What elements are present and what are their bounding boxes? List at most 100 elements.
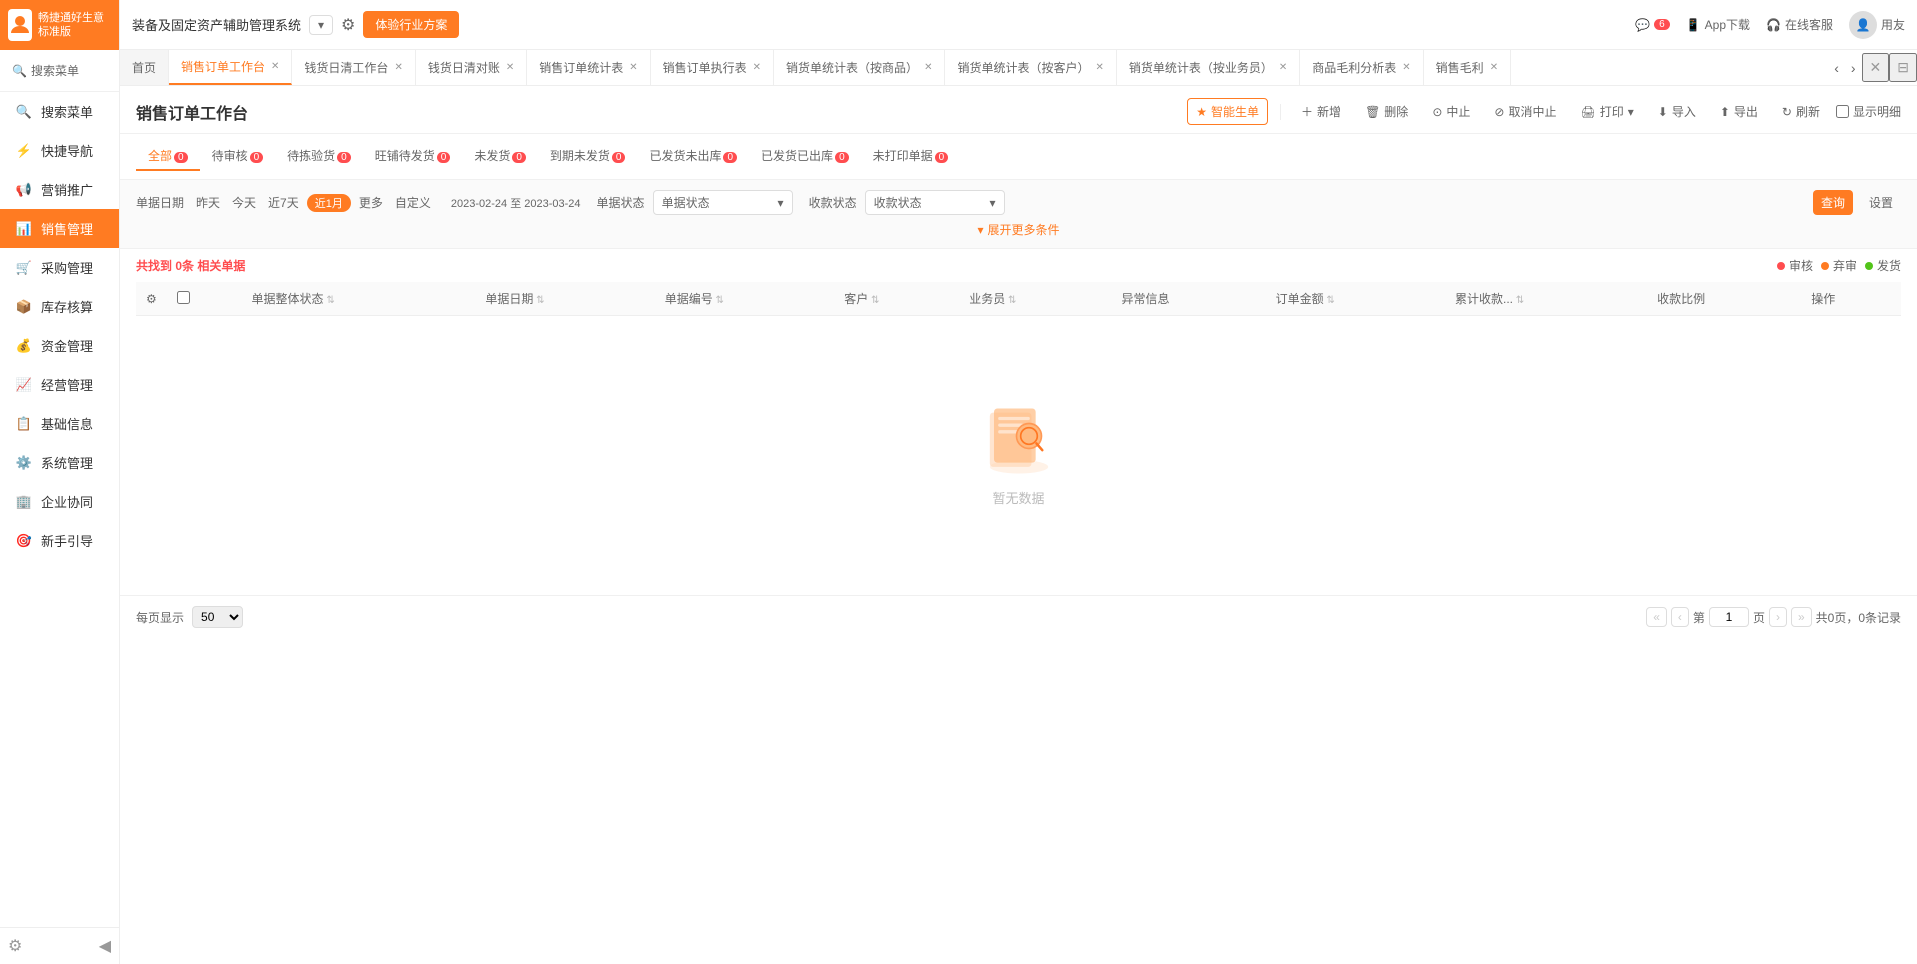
prev-page-button[interactable]: ‹	[1671, 607, 1689, 627]
tab-sales-gross[interactable]: 销售毛利✕	[1424, 50, 1511, 85]
filter-tab-pending-review[interactable]: 待审核0	[200, 142, 276, 171]
tab-sales-product[interactable]: 销货单统计表（按商品）✕	[774, 50, 945, 85]
sidebar-settings-button[interactable]: ⚙	[8, 936, 22, 956]
status-select[interactable]: 单据状态 ▾	[653, 190, 793, 215]
tab-close-sales-exec[interactable]: ✕	[753, 62, 761, 73]
next-page-button[interactable]: ›	[1769, 607, 1787, 627]
tab-close-sales-product[interactable]: ✕	[924, 62, 932, 73]
tab-next-button[interactable]: ›	[1845, 56, 1862, 80]
sidebar-item-purchase-mgmt[interactable]: 🛒采购管理	[0, 248, 119, 287]
filter-tab-shipped-out[interactable]: 已发货已出库0	[749, 142, 861, 171]
tab-close-sales-workbench[interactable]: ✕	[271, 61, 279, 72]
tab-close-sales-stats[interactable]: ✕	[629, 62, 637, 73]
page-number-input[interactable]	[1709, 607, 1749, 627]
cancel-review-action[interactable]: 弃审	[1821, 257, 1857, 274]
print-button[interactable]: 🖨 打印 ▾	[1572, 99, 1641, 124]
tab-close-all-button[interactable]: ✕	[1862, 53, 1890, 82]
tab-sales-exec[interactable]: 销售订单执行表✕	[651, 50, 774, 85]
tab-close-cash-daily[interactable]: ✕	[394, 62, 402, 73]
sidebar-collapse-button[interactable]: ◀	[99, 936, 111, 956]
filter-tab-wangpu-pending[interactable]: 旺铺待发货0	[363, 142, 463, 171]
filter-tab-not-shipped[interactable]: 未发货0	[462, 142, 538, 171]
date-custom-button[interactable]: 自定义	[391, 192, 435, 213]
th-settings[interactable]: ⚙	[136, 282, 167, 316]
tab-cash-daily[interactable]: 钱货日清工作台✕	[292, 50, 415, 85]
th-checkbox[interactable]	[167, 282, 242, 316]
tab-prev-button[interactable]: ‹	[1828, 56, 1845, 80]
user-menu-button[interactable]: 👤 用友	[1849, 11, 1905, 39]
th-status[interactable]: 单据整体状态	[242, 282, 476, 316]
th-collected[interactable]: 累计收款...	[1445, 282, 1647, 316]
query-button[interactable]: 查询	[1813, 190, 1853, 215]
filter-tab-shipped-not-out[interactable]: 已发货未出库0	[637, 142, 749, 171]
sidebar-item-enterprise[interactable]: 🏢企业协同	[0, 482, 119, 521]
show-detail-checkbox-label[interactable]: 显示明细	[1836, 103, 1901, 120]
review-action[interactable]: 审核	[1777, 257, 1813, 274]
th-customer[interactable]: 客户	[834, 282, 959, 316]
tab-close-gross-profit[interactable]: ✕	[1402, 62, 1410, 73]
tab-close-sales-staff[interactable]: ✕	[1279, 62, 1287, 73]
delete-button[interactable]: 🗑 删除	[1357, 99, 1416, 124]
suspend-button[interactable]: ⊙ 中止	[1424, 99, 1478, 124]
th-number[interactable]: 单据编号	[655, 282, 834, 316]
sidebar-item-sales-mgmt[interactable]: 📊销售管理	[0, 209, 119, 248]
sidebar-item-operations[interactable]: 📈经营管理	[0, 365, 119, 404]
select-all-checkbox[interactable]	[177, 291, 190, 304]
filter-tab-expired-not-shipped[interactable]: 到期未发货0	[538, 142, 638, 171]
expand-conditions-button[interactable]: ▾ 展开更多条件	[977, 221, 1059, 238]
sidebar-item-search[interactable]: 🔍搜索菜单	[0, 92, 119, 131]
tab-close-sales-gross[interactable]: ✕	[1490, 62, 1498, 73]
first-page-button[interactable]: «	[1646, 607, 1667, 627]
tab-sales-workbench[interactable]: 销售订单工作台✕	[169, 50, 292, 85]
refresh-button[interactable]: ↻ 刷新	[1774, 99, 1828, 124]
online-service-button[interactable]: 🎧 在线客服	[1766, 16, 1833, 33]
filter-tab-not-printed[interactable]: 未打印单据0	[861, 142, 961, 171]
per-page-select[interactable]: 10 20 50 100	[192, 606, 243, 628]
tab-sales-customer[interactable]: 销货单统计表（按客户）✕	[945, 50, 1116, 85]
app-download-button[interactable]: 📱 App下载	[1686, 16, 1750, 33]
sidebar-item-quick-nav[interactable]: ⚡快捷导航	[0, 131, 119, 170]
message-button[interactable]: 💬 6	[1635, 18, 1670, 32]
payment-select[interactable]: 收款状态 ▾	[865, 190, 1005, 215]
import-button[interactable]: ⬇ 导入	[1650, 99, 1704, 124]
tab-close-sales-customer[interactable]: ✕	[1095, 62, 1103, 73]
tab-gross-profit[interactable]: 商品毛利分析表✕	[1300, 50, 1423, 85]
tab-home[interactable]: 首页	[120, 50, 169, 85]
date-today-button[interactable]: 今天	[228, 192, 260, 213]
sidebar-bottom: ⚙ ◀	[0, 927, 119, 964]
add-button[interactable]: ＋ 新增	[1293, 99, 1349, 124]
sidebar-item-system[interactable]: ⚙️系统管理	[0, 443, 119, 482]
system-dropdown-button[interactable]: ▾	[309, 15, 333, 35]
system-icon: ⚙️	[15, 454, 33, 472]
tab-sales-stats[interactable]: 销售订单统计表 ✕	[527, 50, 650, 85]
date-yesterday-button[interactable]: 昨天	[192, 192, 224, 213]
sidebar-item-finance[interactable]: 💰资金管理	[0, 326, 119, 365]
sidebar-item-marketing-promo[interactable]: 📢营销推广	[0, 170, 119, 209]
date-more-button[interactable]: 更多	[355, 192, 387, 213]
tab-label: 销售订单统计表	[539, 59, 623, 76]
sidebar-item-basic-info[interactable]: 📋基础信息	[0, 404, 119, 443]
sidebar-item-inventory[interactable]: 📦库存核算	[0, 287, 119, 326]
tab-sales-staff[interactable]: 销货单统计表（按业务员）✕	[1117, 50, 1300, 85]
tab-close-cash-reconcile[interactable]: ✕	[506, 62, 514, 73]
tab-cash-reconcile[interactable]: 钱货日清对账✕	[416, 50, 527, 85]
industry-solution-button[interactable]: 体验行业方案	[363, 11, 459, 38]
date-7days-button[interactable]: 近7天	[264, 192, 303, 213]
show-detail-checkbox[interactable]	[1836, 105, 1849, 118]
th-staff[interactable]: 业务员	[959, 282, 1111, 316]
ship-action[interactable]: 发货	[1865, 257, 1901, 274]
topbar-settings-button[interactable]: ⚙	[341, 15, 355, 35]
tab-pin-button[interactable]: ⊟	[1889, 53, 1917, 82]
filter-tab-all[interactable]: 全部0	[136, 142, 200, 171]
sidebar-item-guide[interactable]: 🎯新手引导	[0, 521, 119, 560]
smart-generate-button[interactable]: ★ 智能生单	[1187, 98, 1268, 125]
th-date[interactable]: 单据日期	[475, 282, 654, 316]
cancel-suspend-button[interactable]: ⊘ 取消中止	[1486, 99, 1564, 124]
date-1month-button[interactable]: 近1月	[307, 194, 351, 212]
search-settings-button[interactable]: 设置	[1861, 190, 1901, 215]
filter-tab-pending-inspect[interactable]: 待拣验货0	[275, 142, 363, 171]
export-button[interactable]: ⬆ 导出	[1712, 99, 1766, 124]
sidebar-search-button[interactable]: 🔍 搜索菜单	[8, 58, 111, 83]
last-page-button[interactable]: »	[1791, 607, 1812, 627]
th-amount[interactable]: 订单金额	[1266, 282, 1445, 316]
